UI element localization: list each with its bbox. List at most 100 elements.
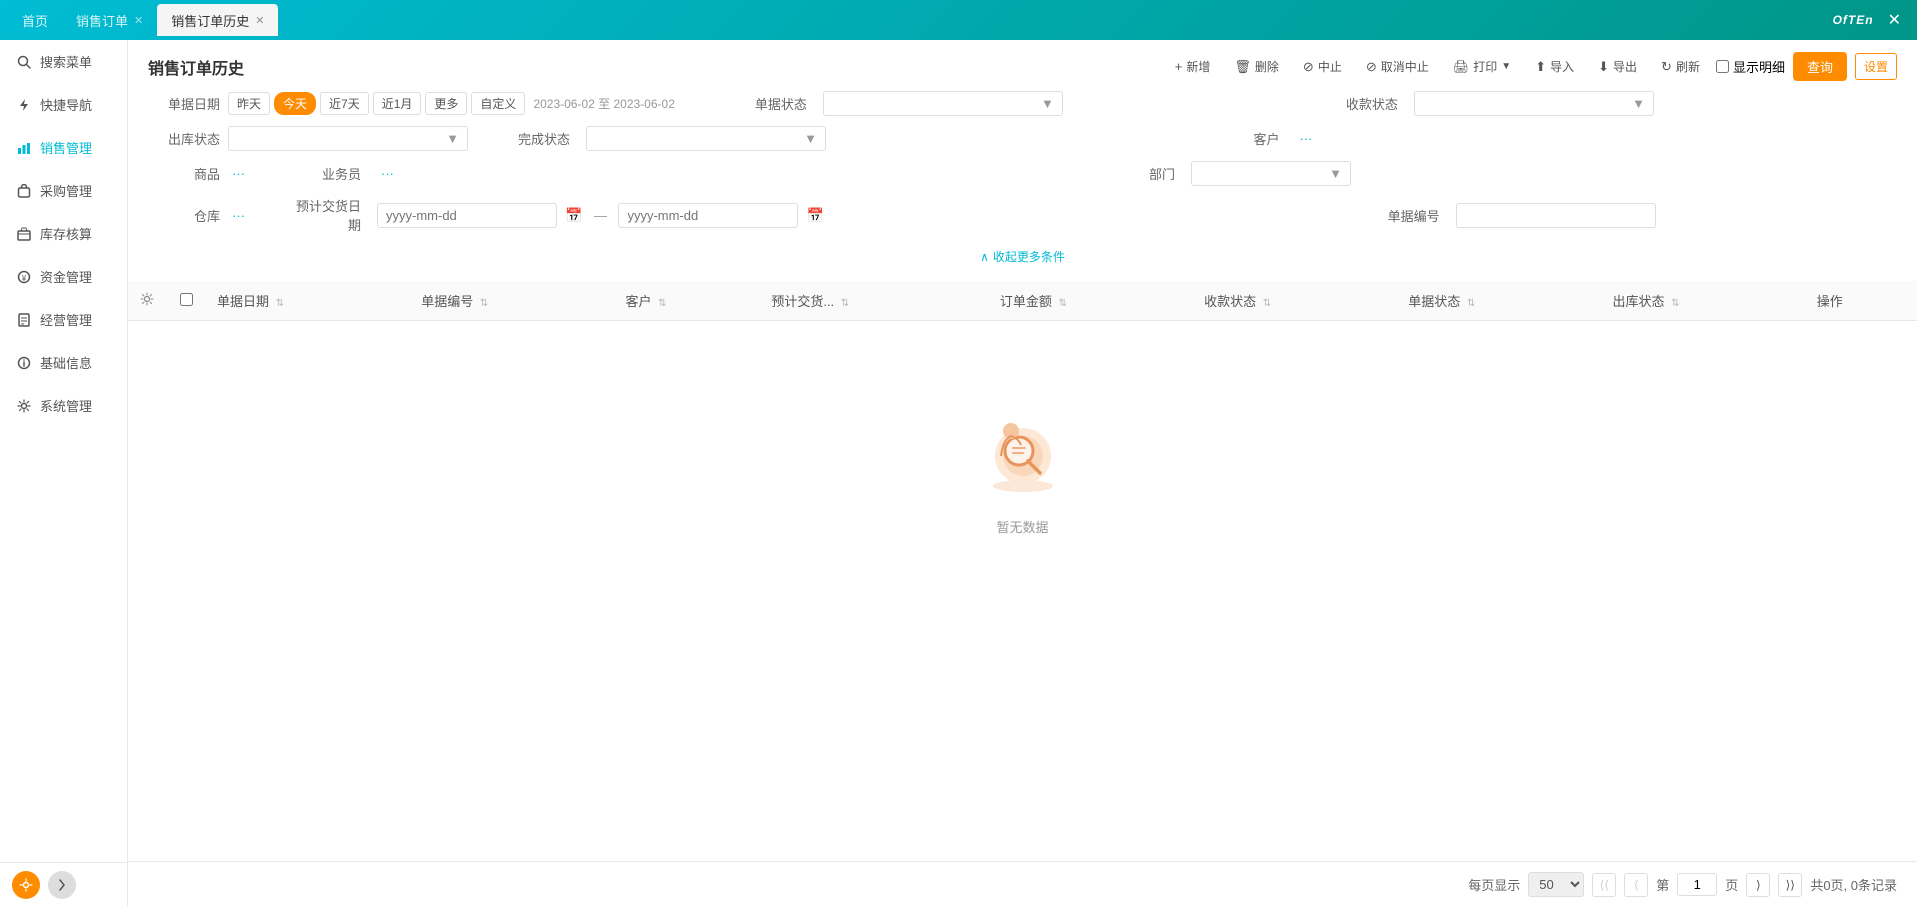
warehouse-ellipsis[interactable]: ··· (228, 208, 249, 223)
window-close-btn[interactable]: ✕ (1888, 10, 1901, 30)
per-page-select[interactable]: 10 20 50 100 (1528, 872, 1584, 897)
receipt-status-select[interactable]: ▼ (1414, 91, 1654, 116)
new-btn[interactable]: + 新增 (1167, 54, 1219, 79)
tab-sales-order[interactable]: 销售订单 ✕ (62, 4, 157, 36)
delivery-date-from[interactable] (377, 203, 557, 228)
collapse-btn[interactable]: ∧ 收起更多条件 (148, 244, 1897, 269)
th-outbound-status[interactable]: 出库状态 ⇅ (1601, 281, 1805, 321)
print-icon: 🖨 (1453, 59, 1470, 75)
calendar-to-icon[interactable]: 📅 (806, 207, 823, 224)
outbound-status-select[interactable]: ▼ (228, 126, 468, 151)
sidebar-item-inventory[interactable]: 库存核算 (0, 212, 127, 255)
sidebar-item-search[interactable]: 搜索菜单 (0, 40, 127, 83)
topbar-right: OfTEn ✕ (1833, 10, 1909, 30)
th-order-amount-label: 订单金额 (1000, 294, 1052, 309)
tab-sales-order-history[interactable]: 销售订单历史 ✕ (157, 4, 278, 36)
tab-sales-order-history-close[interactable]: ✕ (255, 14, 264, 27)
date-today-btn[interactable]: 今天 (274, 92, 316, 115)
sidebar-item-quick-nav-label: 快捷导航 (40, 95, 92, 114)
prev-page-btn[interactable]: ⟨ (1624, 873, 1648, 897)
sort-customer-icon: ⇅ (658, 298, 666, 309)
export-btn[interactable]: ⬇ 导出 (1590, 54, 1645, 79)
sort-order-amount-icon: ⇅ (1058, 298, 1066, 309)
doc-status-label: 单据状态 (735, 94, 815, 113)
select-all-checkbox[interactable] (180, 293, 193, 306)
calendar-from-icon[interactable]: 📅 (565, 207, 582, 224)
sort-outbound-status-icon: ⇅ (1671, 298, 1679, 309)
outbound-status-label: 出库状态 (148, 129, 228, 148)
doc-status-select[interactable]: ▼ (823, 91, 1063, 116)
last-page-btn[interactable]: ⟩⟩ (1778, 873, 1802, 897)
date-more-btn[interactable]: 更多 (425, 92, 467, 115)
next-page-btn[interactable]: ⟩ (1746, 873, 1770, 897)
import-btn-label: 导入 (1550, 58, 1574, 75)
complete-status-select[interactable]: ▼ (586, 126, 826, 151)
th-customer[interactable]: 客户 ⇅ (613, 281, 759, 321)
sidebar-item-purchase-label: 采购管理 (40, 181, 92, 200)
sidebar-item-finance-label: 资金管理 (40, 267, 92, 286)
th-action-label: 操作 (1817, 294, 1843, 309)
th-order-amount[interactable]: 订单金额 ⇅ (988, 281, 1192, 321)
th-receipt-status[interactable]: 收款状态 ⇅ (1192, 281, 1396, 321)
cancel-stop-icon: ⊘ (1366, 59, 1377, 75)
date-1month-btn[interactable]: 近1月 (373, 92, 422, 115)
print-btn[interactable]: 🖨 打印 ▼ (1445, 54, 1519, 79)
settings-btn-label: 设置 (1864, 58, 1888, 75)
sidebar-item-purchase[interactable]: 采购管理 (0, 169, 127, 212)
query-btn[interactable]: 查询 (1793, 52, 1847, 81)
complete-status-dropdown-icon: ▼ (804, 131, 817, 146)
th-delivery-date[interactable]: 预计交货... ⇅ (759, 281, 988, 321)
goods-ellipsis[interactable]: ··· (228, 166, 249, 181)
status-filter-group: 单据状态 ▼ (735, 91, 1306, 116)
tab-sales-order-close[interactable]: ✕ (134, 14, 143, 27)
gear-icon (16, 398, 32, 414)
refresh-btn[interactable]: ↻ 刷新 (1653, 54, 1708, 79)
page-unit: 页 (1725, 875, 1738, 894)
customer-ellipsis[interactable]: ··· (1296, 131, 1317, 146)
delete-icon: 🗑 (1234, 59, 1251, 75)
empty-text: 暂无数据 (996, 517, 1048, 536)
department-filter-group: 部门 ▼ (1103, 161, 1897, 186)
th-doc-date[interactable]: 单据日期 ⇅ (205, 281, 409, 321)
settings-btn[interactable]: 设置 (1855, 53, 1897, 80)
sidebar-item-sales[interactable]: 销售管理 (0, 126, 127, 169)
th-doc-number-label: 单据编号 (421, 294, 473, 309)
date-yesterday-btn[interactable]: 昨天 (228, 92, 270, 115)
sidebar-item-quick-nav[interactable]: 快捷导航 (0, 83, 127, 126)
salesperson-ellipsis[interactable]: ··· (377, 166, 398, 181)
th-doc-number[interactable]: 单据编号 ⇅ (409, 281, 613, 321)
sidebar-item-management[interactable]: 经营管理 (0, 298, 127, 341)
display-density-checkbox[interactable] (1716, 60, 1729, 73)
department-dropdown-icon: ▼ (1329, 166, 1342, 181)
th-receipt-status-label: 收款状态 (1204, 294, 1256, 309)
cancel-stop-btn[interactable]: ⊘ 取消中止 (1358, 54, 1437, 79)
first-page-btn[interactable]: ⟨⟨ (1592, 873, 1616, 897)
sidebar-item-inventory-label: 库存核算 (40, 224, 92, 243)
th-settings[interactable] (128, 281, 168, 321)
delete-btn-label: 删除 (1255, 58, 1279, 75)
import-btn[interactable]: ⬆ 导入 (1527, 54, 1582, 79)
search-icon (16, 54, 32, 70)
sidebar-item-basic-info-label: 基础信息 (40, 353, 92, 372)
tab-home[interactable]: 首页 (8, 4, 62, 36)
sort-doc-date-icon: ⇅ (276, 298, 284, 309)
department-select[interactable]: ▼ (1191, 161, 1351, 186)
sidebar-item-finance[interactable]: ¥ 资金管理 (0, 255, 127, 298)
stop-btn[interactable]: ⊘ 中止 (1295, 54, 1350, 79)
sidebar-expand-btn[interactable] (48, 871, 76, 899)
coin-icon: ¥ (16, 269, 32, 285)
receipt-status-filter-group: 收款状态 ▼ (1326, 91, 1897, 116)
sidebar-item-basic-info[interactable]: 基础信息 (0, 341, 127, 384)
sidebar-settings-btn[interactable] (12, 871, 40, 899)
date-custom-btn[interactable]: 自定义 (471, 92, 525, 115)
date-7days-btn[interactable]: 近7天 (320, 92, 369, 115)
th-checkbox[interactable] (168, 281, 205, 321)
delete-btn[interactable]: 🗑 删除 (1226, 54, 1287, 79)
doc-number-input[interactable] (1456, 203, 1656, 228)
delivery-date-to[interactable] (618, 203, 798, 228)
th-doc-status[interactable]: 单据状态 ⇅ (1396, 281, 1600, 321)
display-density-toggle[interactable]: 显示明细 (1716, 57, 1785, 76)
sidebar-item-system[interactable]: 系统管理 (0, 384, 127, 427)
complete-status-label: 完成状态 (498, 129, 578, 148)
current-page-input[interactable] (1677, 873, 1717, 896)
